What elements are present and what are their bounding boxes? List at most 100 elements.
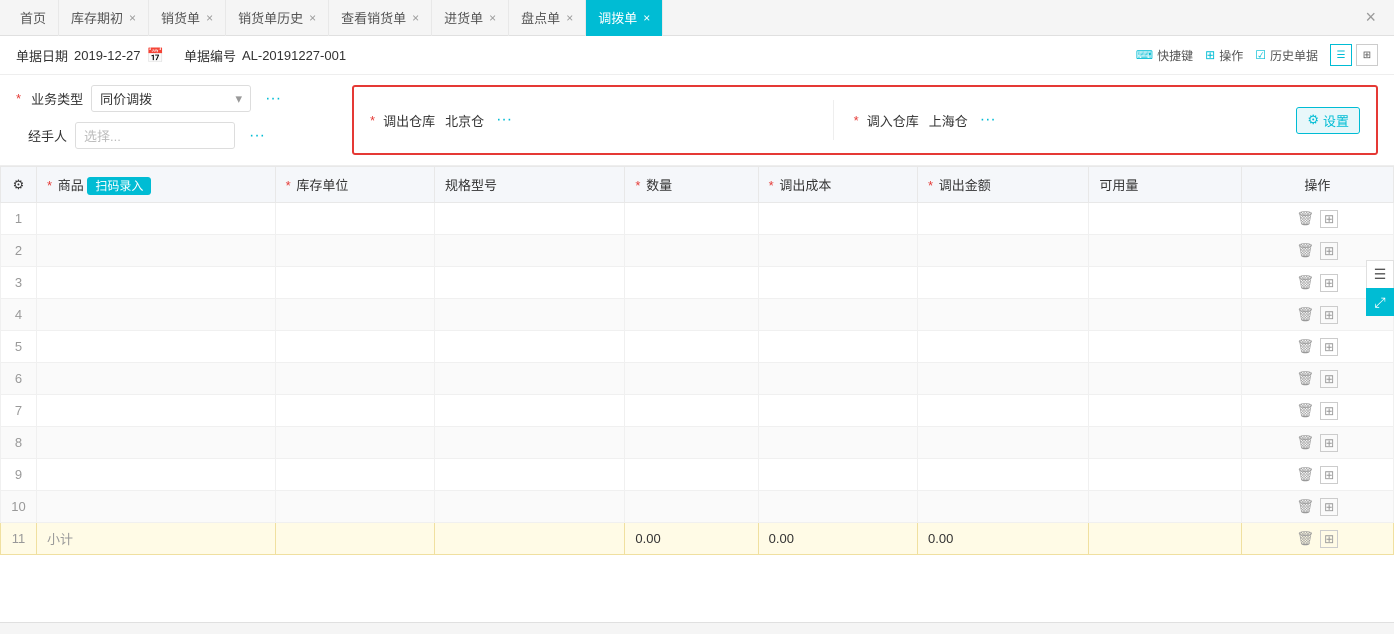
subtotal-trash-icon[interactable]: 🗑 (1296, 530, 1314, 547)
in-warehouse-more[interactable]: ··· (980, 111, 996, 129)
row-cost-5[interactable] (758, 331, 917, 363)
tab-inventory-init-close[interactable]: × (129, 11, 136, 25)
row-avail-10[interactable] (1089, 491, 1241, 523)
handler-more[interactable]: ··· (249, 127, 265, 145)
layout-list-icon[interactable]: ☰ (1330, 44, 1352, 66)
row-qty-7[interactable] (625, 395, 758, 427)
biz-type-more[interactable]: ··· (265, 90, 281, 108)
row-amount-8[interactable] (918, 427, 1089, 459)
row-cost-9[interactable] (758, 459, 917, 491)
row-unit-9[interactable] (275, 459, 434, 491)
out-warehouse-more[interactable]: ··· (496, 111, 512, 129)
row-trash-icon-1[interactable]: 🗑 (1296, 210, 1314, 227)
row-copy-icon-7[interactable]: ⊞ (1320, 402, 1338, 420)
tab-inventory-count-close[interactable]: × (566, 11, 573, 25)
row-qty-3[interactable] (625, 267, 758, 299)
row-spec-4[interactable] (435, 299, 625, 331)
row-spec-8[interactable] (435, 427, 625, 459)
row-copy-icon-1[interactable]: ⊞ (1320, 210, 1338, 228)
row-amount-5[interactable] (918, 331, 1089, 363)
row-trash-icon-3[interactable]: 🗑 (1296, 274, 1314, 291)
tab-purchase[interactable]: 进货单 × (432, 0, 509, 36)
window-close-button[interactable]: × (1355, 7, 1386, 28)
row-qty-4[interactable] (625, 299, 758, 331)
row-unit-7[interactable] (275, 395, 434, 427)
row-avail-7[interactable] (1089, 395, 1241, 427)
row-trash-icon-7[interactable]: 🗑 (1296, 402, 1314, 419)
row-cost-10[interactable] (758, 491, 917, 523)
row-cost-4[interactable] (758, 299, 917, 331)
row-avail-6[interactable] (1089, 363, 1241, 395)
row-spec-2[interactable] (435, 235, 625, 267)
row-unit-2[interactable] (275, 235, 434, 267)
row-copy-icon-10[interactable]: ⊞ (1320, 498, 1338, 516)
row-copy-icon-2[interactable]: ⊞ (1320, 242, 1338, 260)
row-spec-10[interactable] (435, 491, 625, 523)
row-product-2[interactable] (37, 235, 276, 267)
row-trash-icon-8[interactable]: 🗑 (1296, 434, 1314, 451)
row-amount-1[interactable] (918, 203, 1089, 235)
biz-type-select[interactable]: 同价调拨 ▾ (91, 85, 251, 112)
row-qty-2[interactable] (625, 235, 758, 267)
tab-sales-history[interactable]: 销货单历史 × (226, 0, 329, 36)
row-avail-5[interactable] (1089, 331, 1241, 363)
shortcut-button[interactable]: ⌨ 快捷键 (1136, 47, 1193, 64)
row-qty-10[interactable] (625, 491, 758, 523)
tab-transfer[interactable]: 调拨单 × (586, 0, 663, 36)
row-cost-3[interactable] (758, 267, 917, 299)
row-unit-8[interactable] (275, 427, 434, 459)
row-unit-6[interactable] (275, 363, 434, 395)
row-product-8[interactable] (37, 427, 276, 459)
row-spec-1[interactable] (435, 203, 625, 235)
row-qty-8[interactable] (625, 427, 758, 459)
row-amount-10[interactable] (918, 491, 1089, 523)
history-button[interactable]: ☑ 历史单据 (1255, 47, 1318, 64)
row-amount-7[interactable] (918, 395, 1089, 427)
row-copy-icon-6[interactable]: ⊞ (1320, 370, 1338, 388)
tab-inventory-init[interactable]: 库存期初 × (59, 0, 149, 36)
row-product-7[interactable] (37, 395, 276, 427)
row-avail-1[interactable] (1089, 203, 1241, 235)
row-trash-icon-4[interactable]: 🗑 (1296, 306, 1314, 323)
row-unit-3[interactable] (275, 267, 434, 299)
right-expand-icon[interactable]: ⤢ (1366, 288, 1394, 316)
row-copy-icon-8[interactable]: ⊞ (1320, 434, 1338, 452)
row-avail-3[interactable] (1089, 267, 1241, 299)
tab-home[interactable]: 首页 (8, 0, 59, 36)
tab-view-sales[interactable]: 查看销货单 × (329, 0, 432, 36)
row-qty-9[interactable] (625, 459, 758, 491)
tab-sales-history-close[interactable]: × (309, 11, 316, 25)
row-trash-icon-9[interactable]: 🗑 (1296, 466, 1314, 483)
scan-button[interactable]: 扫码录入 (87, 177, 151, 195)
row-product-3[interactable] (37, 267, 276, 299)
right-list-icon[interactable]: ☰ (1366, 260, 1394, 288)
operation-button[interactable]: ⊞ 操作 (1205, 47, 1243, 64)
row-trash-icon-10[interactable]: 🗑 (1296, 498, 1314, 515)
row-copy-icon-3[interactable]: ⊞ (1320, 274, 1338, 292)
row-amount-9[interactable] (918, 459, 1089, 491)
row-avail-9[interactable] (1089, 459, 1241, 491)
row-product-5[interactable] (37, 331, 276, 363)
row-cost-2[interactable] (758, 235, 917, 267)
row-trash-icon-5[interactable]: 🗑 (1296, 338, 1314, 355)
row-qty-1[interactable] (625, 203, 758, 235)
row-cost-7[interactable] (758, 395, 917, 427)
row-spec-6[interactable] (435, 363, 625, 395)
col-header-settings[interactable]: ⚙ (1, 167, 37, 203)
row-cost-1[interactable] (758, 203, 917, 235)
row-cost-6[interactable] (758, 363, 917, 395)
row-amount-2[interactable] (918, 235, 1089, 267)
row-copy-icon-5[interactable]: ⊞ (1320, 338, 1338, 356)
row-amount-4[interactable] (918, 299, 1089, 331)
row-amount-3[interactable] (918, 267, 1089, 299)
row-unit-4[interactable] (275, 299, 434, 331)
handler-select[interactable]: 选择... (75, 122, 235, 149)
tab-sales-order[interactable]: 销货单 × (149, 0, 226, 36)
row-copy-icon-9[interactable]: ⊞ (1320, 466, 1338, 484)
row-avail-2[interactable] (1089, 235, 1241, 267)
row-cost-8[interactable] (758, 427, 917, 459)
row-product-10[interactable] (37, 491, 276, 523)
row-amount-6[interactable] (918, 363, 1089, 395)
row-trash-icon-2[interactable]: 🗑 (1296, 242, 1314, 259)
tab-sales-order-close[interactable]: × (206, 11, 213, 25)
